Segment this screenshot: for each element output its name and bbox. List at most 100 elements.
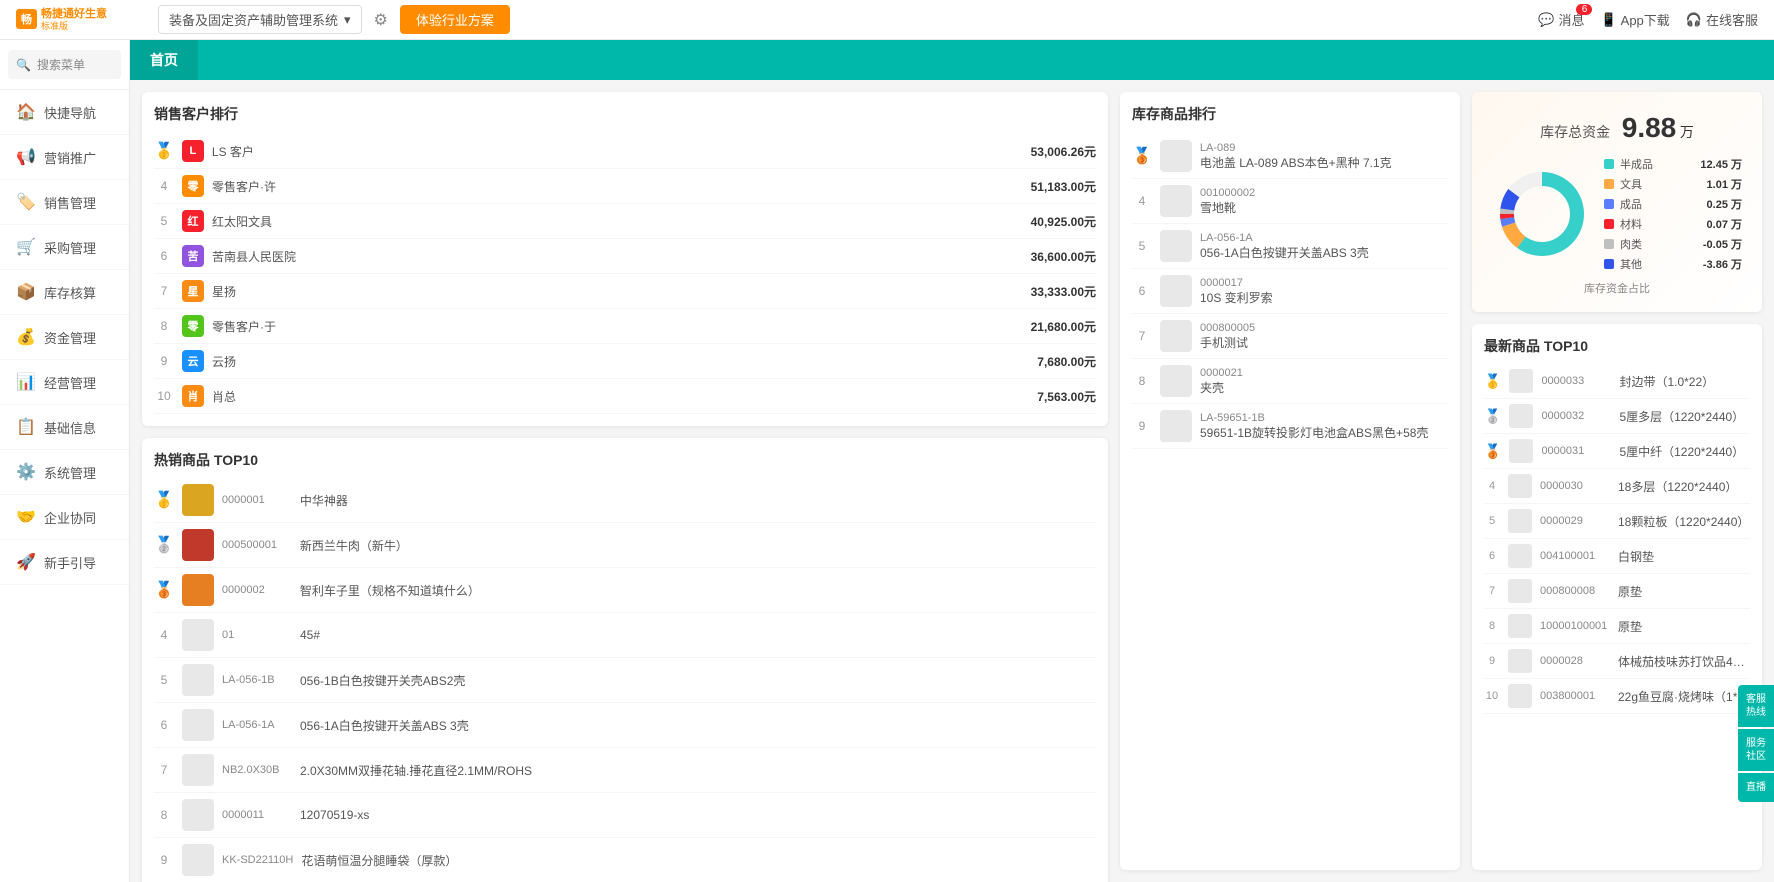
tab-home-label: 首页 (150, 50, 178, 70)
system-selector[interactable]: 装备及固定资产辅助管理系统 ▾ (158, 5, 362, 34)
table-row: 10 肖 肖总 7,563.00元 (154, 379, 1096, 414)
sidebar-item-purchase[interactable]: 🛒 采购管理 (0, 225, 129, 270)
rank-num: 5 (1132, 239, 1152, 253)
logo-text: 畅捷通好生意 (41, 8, 107, 21)
product-code: 0000031 (1541, 445, 1611, 457)
stock-ranking-title: 库存商品排行 (1132, 104, 1448, 124)
legend-color-dot (1604, 239, 1614, 249)
app-download-btn[interactable]: 📱 App下载 (1600, 10, 1669, 29)
rank-amount: 21,680.00元 (1031, 318, 1096, 335)
chevron-down-icon: ▾ (344, 12, 351, 28)
sidebar-item-inventory[interactable]: 📦 库存核算 (0, 270, 129, 315)
legend-label: 材料 (1620, 216, 1701, 232)
hot-products-list: 🥇 0000001 中华神器 🥈 000500001 新西兰牛肉（新牛） (154, 478, 1096, 882)
left-panel: 销售客户排行 🥇 L LS 客户 53,006.26元 4 零 零售客户·许 (142, 92, 1108, 870)
legend-color-dot (1604, 259, 1614, 269)
product-name: 原垫 (1618, 618, 1750, 635)
online-service-btn[interactable]: 🎧 在线客服 (1686, 10, 1758, 29)
rank-num: 4 (1484, 480, 1500, 492)
rank-badge: L (182, 140, 204, 162)
list-item: 5 LA-056-1B 056-1B白色按键开关壳ABS2壳 (154, 658, 1096, 703)
table-row: 9 LA-59651-1B 59651-1B旋转投影灯电池盒ABS黑色+58壳 (1132, 404, 1448, 449)
tab-home[interactable]: 首页 (130, 40, 198, 80)
float-btn-community[interactable]: 服务社区 (1738, 729, 1774, 771)
gear-icon[interactable]: ⚙ (374, 10, 388, 30)
product-image (1508, 684, 1532, 708)
sidebar-item-collab[interactable]: 🤝 企业协同 (0, 495, 129, 540)
stock-ranking-card: 库存商品排行 🥉 LA-089 电池盖 LA-089 ABS本色+黑种 7.1克… (1120, 92, 1460, 870)
rank-num: 6 (154, 249, 174, 263)
search-icon: 🔍 (16, 58, 31, 72)
product-image (1160, 230, 1192, 262)
sidebar-item-collab-label: 企业协同 (44, 508, 96, 527)
product-code: 01 (222, 629, 292, 641)
float-btn-live[interactable]: 直播 (1738, 773, 1774, 802)
product-code: 0000030 (1540, 480, 1610, 492)
legend-label: 肉类 (1620, 236, 1697, 252)
search-menu-btn[interactable]: 🔍 搜索菜单 (8, 50, 121, 79)
sidebar-item-marketing[interactable]: 📢 营销推广 (0, 135, 129, 180)
rank-num: 9 (1132, 419, 1152, 433)
product-name: 新西兰牛肉（新牛） (300, 537, 1096, 554)
table-row: 5 LA-056-1A 056-1A白色按键开关盖ABS 3壳 (1132, 224, 1448, 269)
purchase-icon: 🛒 (16, 237, 36, 257)
legend-value: 0.07 万 (1707, 216, 1742, 232)
product-image (182, 664, 214, 696)
sidebar-item-finance[interactable]: 💰 资金管理 (0, 315, 129, 360)
rank-name: 零售客户·于 (212, 318, 1023, 335)
inventory-icon: 📦 (16, 282, 36, 302)
system-name: 装备及固定资产辅助管理系统 (169, 10, 338, 29)
sales-ranking-list: 🥇 L LS 客户 53,006.26元 4 零 零售客户·许 51,183.0… (154, 134, 1096, 414)
rank-num: 7 (154, 284, 174, 298)
sidebar-item-guide[interactable]: 🚀 新手引导 (0, 540, 129, 585)
product-image (182, 529, 214, 561)
basics-icon: 📋 (16, 417, 36, 437)
message-badge: 6 (1576, 4, 1592, 15)
medal-icon: 🥉 (1484, 443, 1501, 460)
legend-value: 1.01 万 (1707, 176, 1742, 192)
sidebar-item-sales[interactable]: 🏷️ 销售管理 (0, 180, 129, 225)
list-item: 5 0000029 18颗粒板（1220*2440） (1484, 504, 1750, 539)
medal-icon: 🥈 (1484, 408, 1501, 425)
sidebar-item-operations-label: 经营管理 (44, 373, 96, 392)
inventory-chart: 半成品 12.45 万 文具 1.01 万 成品 0 (1484, 148, 1750, 280)
rank-amount: 53,006.26元 (1031, 143, 1096, 160)
product-code: 0000002 (222, 584, 292, 596)
message-btn[interactable]: 💬 消息 6 (1538, 10, 1584, 29)
product-name: 18多层（1220*2440） (1618, 478, 1750, 495)
product-name: 22g鱼豆腐·烧烤味（1*12*20） (1618, 688, 1750, 705)
rank-num: 5 (1484, 515, 1500, 527)
hot-products-card: 热销商品 TOP10 🥇 0000001 中华神器 🥈 000500001 (142, 438, 1108, 882)
sidebar-item-quicknav[interactable]: 🏠 快捷导航 (0, 90, 129, 135)
table-row: 7 星 星扬 33,333.00元 (154, 274, 1096, 309)
rank-num: 5 (154, 673, 174, 687)
table-row: 🥇 L LS 客户 53,006.26元 (154, 134, 1096, 169)
float-btn-hotline[interactable]: 客服热线 (1738, 685, 1774, 727)
table-row: 9 云 云扬 7,680.00元 (154, 344, 1096, 379)
product-code: LA-056-1A (222, 719, 292, 731)
sidebar-item-operations[interactable]: 📊 经营管理 (0, 360, 129, 405)
stock-ranking-list: 🥉 LA-089 电池盖 LA-089 ABS本色+黑种 7.1克 4 (1132, 134, 1448, 449)
rank-badge: 云 (182, 350, 204, 372)
new-products-list: 🥇 0000033 封边带（1.0*22） 🥈 0000032 5厘多层（122… (1484, 364, 1750, 714)
rank-num: 4 (154, 179, 174, 193)
product-name: 智利车子里（规格不知道填什么） (300, 582, 1096, 599)
product-image (1160, 140, 1192, 172)
rank-amount: 7,680.00元 (1037, 353, 1096, 370)
experience-btn[interactable]: 体验行业方案 (400, 5, 510, 34)
legend-item: 材料 0.07 万 (1604, 216, 1742, 232)
rank-amount: 7,563.00元 (1037, 388, 1096, 405)
rank-num: 8 (1484, 620, 1500, 632)
legend-value: 12.45 万 (1700, 156, 1742, 172)
sidebar-item-system[interactable]: ⚙️ 系统管理 (0, 450, 129, 495)
search-menu-label: 搜索菜单 (37, 56, 85, 73)
rank-name: 红太阳文具 (212, 213, 1023, 230)
legend-value: -3.86 万 (1703, 256, 1742, 272)
sidebar-item-basics[interactable]: 📋 基础信息 (0, 405, 129, 450)
product-image (1508, 509, 1532, 533)
product-image (1160, 320, 1192, 352)
mid-panel: 库存商品排行 🥉 LA-089 电池盖 LA-089 ABS本色+黑种 7.1克… (1120, 92, 1460, 870)
table-row: 8 零 零售客户·于 21,680.00元 (154, 309, 1096, 344)
rank-badge: 零 (182, 175, 204, 197)
phone-icon: 📱 (1600, 12, 1616, 28)
